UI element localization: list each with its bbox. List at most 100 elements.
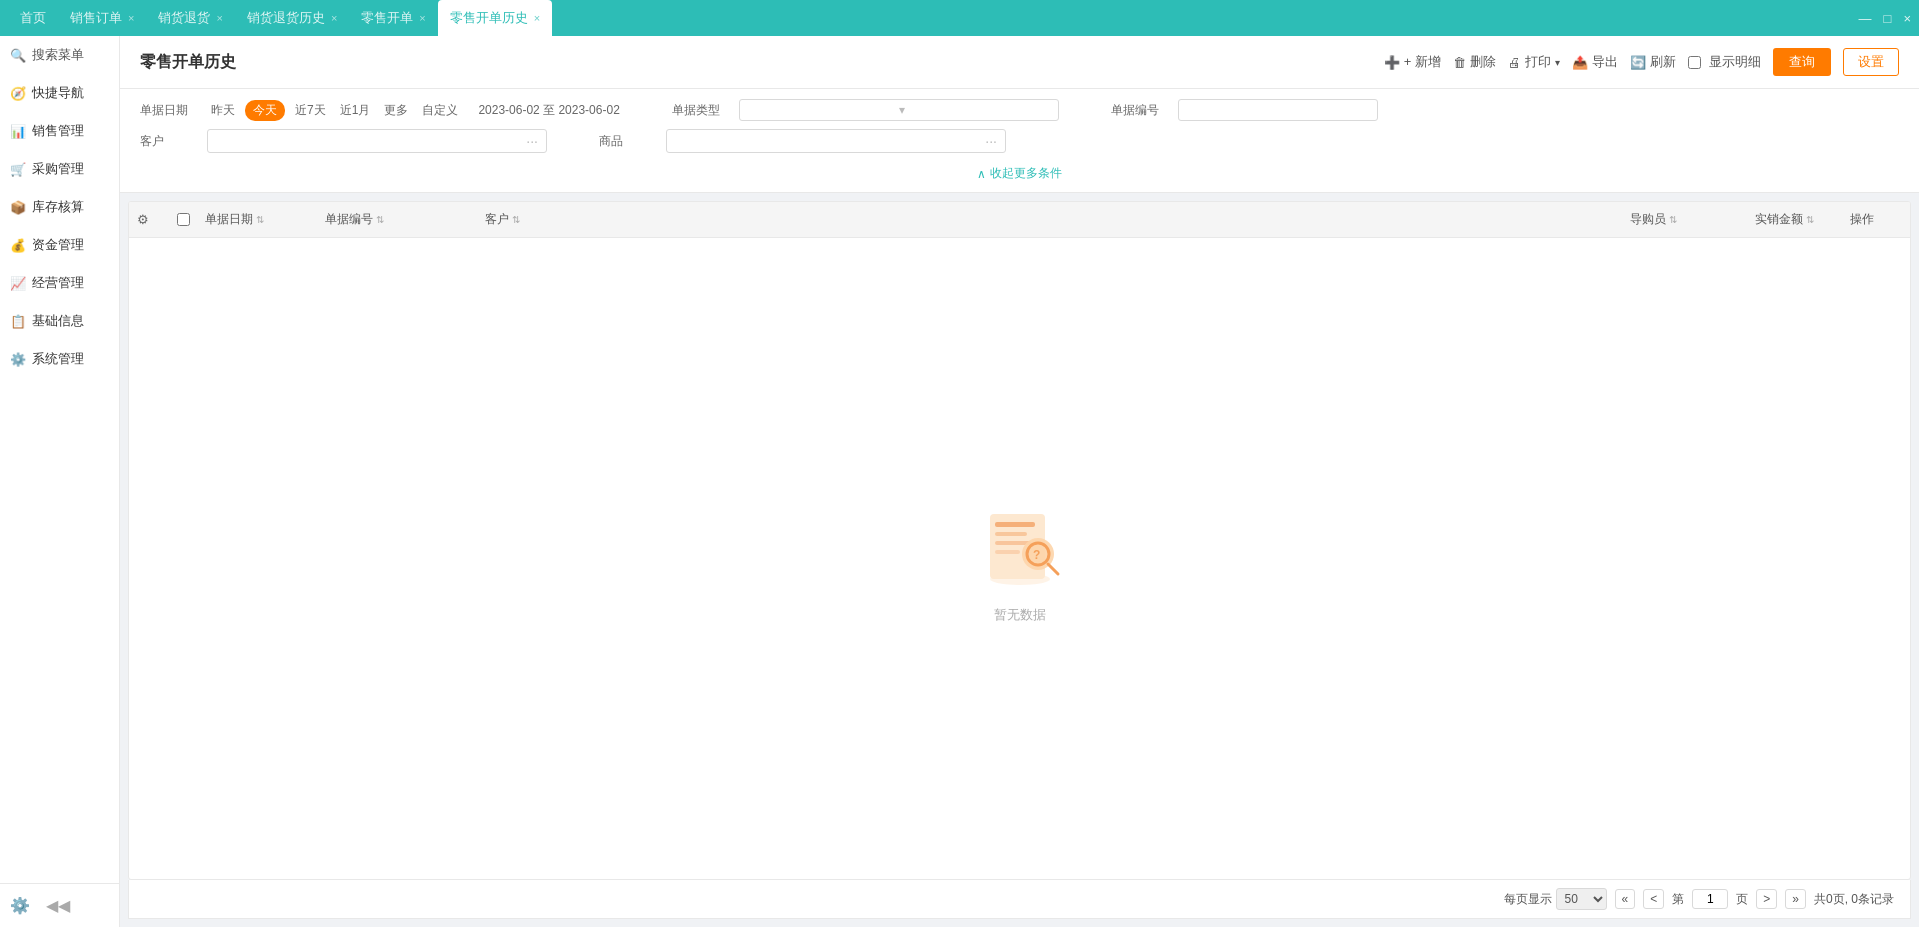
sidebar-item-operations[interactable]: 📈 经营管理 <box>0 264 119 302</box>
delete-icon: 🗑 <box>1453 55 1466 70</box>
settings-button[interactable]: 设置 <box>1843 48 1899 76</box>
date-opt-last1m[interactable]: 近1月 <box>336 100 375 121</box>
print-icon: 🖨 <box>1508 55 1521 70</box>
print-dropdown-icon[interactable]: ▾ <box>1555 57 1560 68</box>
add-button[interactable]: ➕ + 新增 <box>1384 53 1441 71</box>
svg-text:?: ? <box>1033 548 1040 562</box>
date-opt-custom[interactable]: 自定义 <box>418 100 462 121</box>
customer-input-wrap[interactable]: ··· <box>207 129 547 153</box>
goods-input-wrap[interactable]: ··· <box>666 129 1006 153</box>
doc-type-select[interactable]: ▾ <box>739 99 1059 121</box>
operations-icon: 📈 <box>10 276 26 291</box>
sidebar-search[interactable]: 🔍 搜索菜单 <box>0 36 119 74</box>
per-page-label: 每页显示 <box>1504 891 1552 908</box>
last-page-button[interactable]: » <box>1785 889 1806 909</box>
tab-retail-open-history[interactable]: 零售开单历史 × <box>438 0 552 36</box>
sidebar-item-quick-nav[interactable]: 🧭 快捷导航 <box>0 74 119 112</box>
page-input[interactable] <box>1692 889 1728 909</box>
topbar-controls: — □ × <box>1859 11 1911 26</box>
first-page-button[interactable]: « <box>1615 889 1636 909</box>
tab-close-sales-order[interactable]: × <box>128 12 134 24</box>
date-opt-yesterday[interactable]: 昨天 <box>207 100 239 121</box>
total-info: 共0页, 0条记录 <box>1814 891 1894 908</box>
empty-text: 暂无数据 <box>994 606 1046 624</box>
refresh-icon: 🔄 <box>1630 55 1646 70</box>
query-button[interactable]: 查询 <box>1773 48 1831 76</box>
svg-line-8 <box>1048 564 1058 574</box>
filter-area: 单据日期 昨天 今天 近7天 近1月 更多 自定义 2023-06-02 至 2… <box>120 89 1919 193</box>
page-title: 零售开单历史 <box>140 52 236 73</box>
goods-picker-icon[interactable]: ··· <box>985 133 997 149</box>
tab-close-retail-open-history[interactable]: × <box>534 12 540 24</box>
sidebar-item-sales-mgmt[interactable]: 📊 销售管理 <box>0 112 119 150</box>
toolbar: ➕ + 新增 🗑 删除 🖨 打印 ▾ 📤 导出 🔄 <box>1384 48 1899 76</box>
page-size-select[interactable]: 10 20 50 100 <box>1556 888 1607 910</box>
th-action: 操作 <box>1822 211 1902 228</box>
date-options: 昨天 今天 近7天 近1月 更多 自定义 <box>207 100 462 121</box>
delete-button[interactable]: 🗑 删除 <box>1453 53 1496 71</box>
main-layout: 🔍 搜索菜单 🧭 快捷导航 📊 销售管理 🛒 采购管理 📦 库存核算 💰 资金管… <box>0 36 1919 927</box>
doc-num-input[interactable] <box>1187 103 1369 117</box>
filter-row-1: 单据日期 昨天 今天 近7天 近1月 更多 自定义 2023-06-02 至 2… <box>140 99 1899 121</box>
table-select-all[interactable] <box>169 213 197 226</box>
tab-bar: 首页 销售订单 × 销货退货 × 销货退货历史 × 零售开单 × 零售开单历史 … <box>0 0 1919 36</box>
th-amount[interactable]: 实销金额 ⇅ <box>1722 211 1822 228</box>
customer-picker-icon[interactable]: ··· <box>526 133 538 149</box>
customer-label: 客户 <box>140 133 195 150</box>
date-opt-today[interactable]: 今天 <box>245 100 285 121</box>
sidebar-item-finance[interactable]: 💰 资金管理 <box>0 226 119 264</box>
tab-sales-return-history[interactable]: 销货退货历史 × <box>235 0 349 36</box>
collapse-icon: ∧ <box>977 167 986 181</box>
customer-input[interactable] <box>216 134 526 148</box>
display-detail-button[interactable]: 显示明细 <box>1688 53 1761 71</box>
svg-rect-5 <box>995 550 1020 554</box>
topbar-minimize[interactable]: — <box>1859 11 1872 26</box>
th-guide[interactable]: 导购员 ⇅ <box>1622 211 1722 228</box>
topbar-maximize[interactable]: □ <box>1884 11 1892 26</box>
sidebar-settings-icon[interactable]: ⚙️ <box>10 896 30 915</box>
tab-close-retail-open[interactable]: × <box>419 12 425 24</box>
th-customer[interactable]: 客户 ⇅ <box>477 211 1622 228</box>
table-settings-icon[interactable]: ⚙ <box>137 212 169 227</box>
sort-amount-icon: ⇅ <box>1806 214 1814 225</box>
th-date[interactable]: 单据日期 ⇅ <box>197 211 317 228</box>
date-opt-more[interactable]: 更多 <box>380 100 412 121</box>
tab-home[interactable]: 首页 <box>8 0 58 36</box>
th-num[interactable]: 单据编号 ⇅ <box>317 211 477 228</box>
sidebar-bottom: ⚙️ ◀◀ <box>0 883 119 927</box>
prev-page-button[interactable]: < <box>1643 889 1664 909</box>
quick-nav-icon: 🧭 <box>10 86 26 101</box>
svg-rect-3 <box>995 532 1027 536</box>
sidebar-item-sys-mgmt[interactable]: ⚙️ 系统管理 <box>0 340 119 378</box>
finance-icon: 💰 <box>10 238 26 253</box>
refresh-button[interactable]: 🔄 刷新 <box>1630 53 1676 71</box>
collapse-bar[interactable]: ∧ 收起更多条件 <box>140 161 1899 188</box>
tab-retail-open[interactable]: 零售开单 × <box>349 0 437 36</box>
display-detail-checkbox[interactable] <box>1688 56 1701 69</box>
table-header: ⚙ 单据日期 ⇅ 单据编号 ⇅ 客户 ⇅ 导购员 ⇅ <box>129 202 1910 238</box>
sidebar-collapse-icon[interactable]: ◀◀ <box>46 896 70 915</box>
tab-sales-return[interactable]: 销货退货 × <box>146 0 234 36</box>
goods-input[interactable] <box>675 134 985 148</box>
page-suffix: 页 <box>1736 891 1748 908</box>
tab-close-sales-return[interactable]: × <box>216 12 222 24</box>
print-button[interactable]: 🖨 打印 ▾ <box>1508 53 1560 71</box>
export-button[interactable]: 📤 导出 <box>1572 53 1618 71</box>
tab-sales-order[interactable]: 销售订单 × <box>58 0 146 36</box>
table-area: ⚙ 单据日期 ⇅ 单据编号 ⇅ 客户 ⇅ 导购员 ⇅ <box>128 201 1911 880</box>
doc-type-arrow-icon: ▾ <box>899 103 1050 117</box>
sidebar-item-purchase-mgmt[interactable]: 🛒 采购管理 <box>0 150 119 188</box>
next-page-button[interactable]: > <box>1756 889 1777 909</box>
select-all-checkbox[interactable] <box>177 213 190 226</box>
date-range-display: 2023-06-02 至 2023-06-02 <box>478 102 619 119</box>
date-opt-last7[interactable]: 近7天 <box>291 100 330 121</box>
sort-num-icon: ⇅ <box>376 214 384 225</box>
page-size-wrap: 每页显示 10 20 50 100 <box>1504 888 1607 910</box>
search-icon: 🔍 <box>10 48 26 63</box>
sidebar-item-basic-info[interactable]: 📋 基础信息 <box>0 302 119 340</box>
doc-num-input-wrap[interactable] <box>1178 99 1378 121</box>
sidebar-item-inventory[interactable]: 📦 库存核算 <box>0 188 119 226</box>
tab-close-sales-return-history[interactable]: × <box>331 12 337 24</box>
topbar-close[interactable]: × <box>1903 11 1911 26</box>
pagination-bar: 每页显示 10 20 50 100 « < 第 页 > » 共0页, 0条记录 <box>128 880 1911 919</box>
